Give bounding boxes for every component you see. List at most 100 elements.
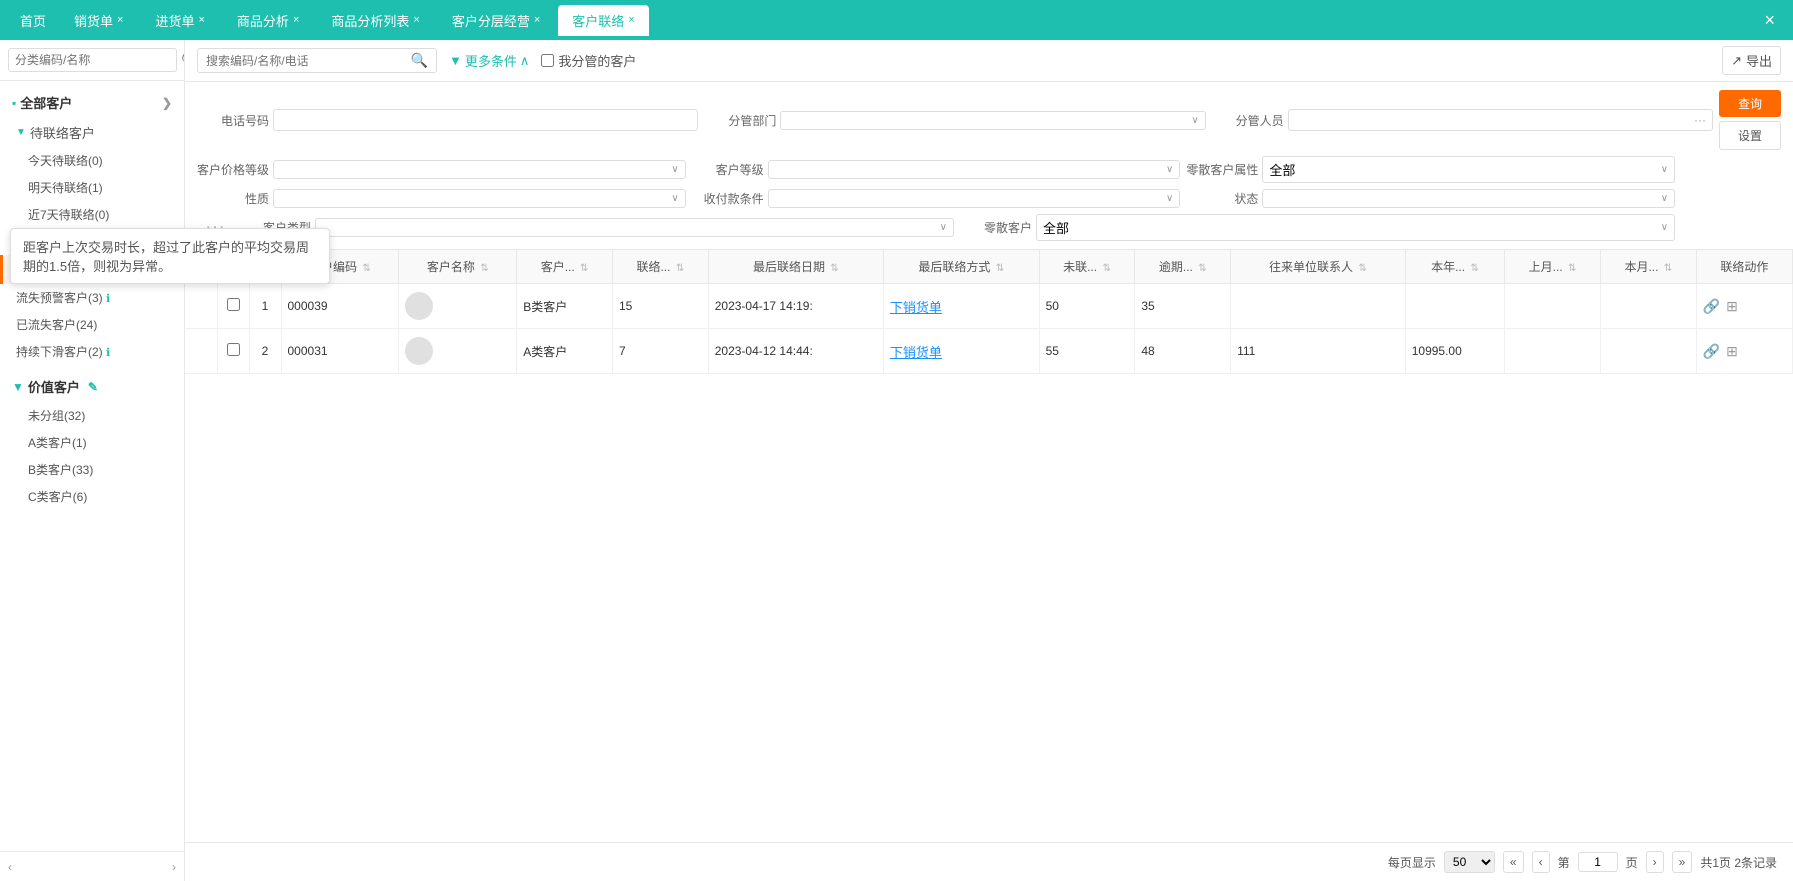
nav-home[interactable]: 首页 [10,5,56,36]
sidebar-item-7days[interactable]: 近7天待联络(0) [0,201,184,228]
sidebar-bottom-right-arrow[interactable]: › [172,860,176,874]
sidebar-search-input[interactable] [8,48,177,72]
filter-row-2: 客户价格等级 ∨ 客户等级 ∨ 零散客户属性 全部 [197,156,1781,183]
row-code-0: 000039 [281,284,399,329]
col-company-contact[interactable]: 往来单位联系人 ⇅ [1231,250,1406,284]
filter-select-status[interactable]: ∨ [1262,189,1675,208]
first-page-button[interactable]: « [1503,851,1524,873]
filter-label-retail-attr: 零散客户属性 [1186,161,1258,178]
row-this-year-0 [1405,284,1504,329]
filter-select-retail-customer[interactable]: 全部 ∨ [1036,214,1675,241]
sidebar-all-customers[interactable]: ▪ 全部客户 ❯ [0,87,184,118]
export-button[interactable]: ↗ 导出 [1722,46,1781,75]
customer-tier-dropdown-arrow: ∨ [1166,164,1173,175]
sidebar-group-pending-header[interactable]: ▼ 待联络客户 [0,118,184,147]
page-input[interactable] [1578,852,1618,872]
col-type[interactable]: 客户... ⇅ [517,250,613,284]
sidebar-value-customers[interactable]: ▼ 价值客户 ✎ [0,371,184,402]
col-this-year[interactable]: 本年... ⇅ [1405,250,1504,284]
action-link-icon-0[interactable]: 🔗 [1703,298,1720,315]
filter-label-price-tier: 客户价格等级 [197,161,269,178]
action-grid-icon-1[interactable]: ⊞ [1726,343,1738,360]
nav-tab-sales[interactable]: 销货单 × [60,5,137,36]
filter-input-phone[interactable] [273,109,698,131]
action-grid-icon-0[interactable]: ⊞ [1726,298,1738,315]
row-check-1[interactable] [227,343,240,356]
row-last-method-link-0[interactable]: 下销货单 [890,300,942,315]
per-page-select[interactable]: 50 100 200 [1444,851,1495,873]
sidebar-item-tomorrow[interactable]: 明天待联络(1) [0,174,184,201]
row-check-0[interactable] [227,298,240,311]
col-overdue[interactable]: 逾期... ⇅ [1135,250,1231,284]
settings-button[interactable]: 设置 [1719,121,1781,150]
col-last-method[interactable]: 最后联络方式 ⇅ [883,250,1039,284]
advanced-filter: 电话号码 分管部门 ∨ 分管人员 ··· [185,82,1793,250]
row-this-year-1: 10995.00 [1405,329,1504,374]
nav-tab-analysis[interactable]: 商品分析 × [223,5,313,36]
row-last-method-1: 下销货单 [883,329,1039,374]
company-contact-sort-icon: ⇅ [1358,263,1366,274]
row-pending-1: 55 [1039,329,1135,374]
filter-select-dept[interactable]: ∨ [780,111,1205,130]
col-contact[interactable]: 联络... ⇅ [612,250,708,284]
row-last-date-0: 2023-04-17 14:19: [708,284,883,329]
filter-select-price-tier[interactable]: ∨ [273,160,686,179]
filter-select-nature[interactable]: ∨ [273,189,686,208]
row-name-0 [399,284,517,329]
last-page-button[interactable]: » [1672,851,1693,873]
nav-tab-close-sales[interactable]: × [117,14,123,26]
close-all-button[interactable]: × [1756,6,1783,35]
action-link-icon-1[interactable]: 🔗 [1703,343,1720,360]
filter-select-customer-tier[interactable]: ∨ [768,160,1181,179]
sidebar-item-b-class[interactable]: B类客户(33) [0,456,184,483]
search-input[interactable] [206,54,407,68]
table-header-row: ⚙ 客户编码 ⇅ 客户名称 ⇅ 客户... ⇅ 联络... ⇅ 最后联络日期 ⇅… [185,250,1793,284]
value-customer-edit-icon[interactable]: ✎ [88,380,98,394]
sidebar-collapse-icon[interactable]: ❯ [162,96,172,110]
sidebar-item-today[interactable]: 今天待联络(0) [0,147,184,174]
more-conditions-button[interactable]: ▼ 更多条件 ∧ [449,51,529,70]
sidebar-item-ungroup[interactable]: 未分组(32) [0,402,184,429]
row-action-0: 🔗 ⊞ [1696,284,1792,329]
sidebar-item-c-class[interactable]: C类客户(6) [0,483,184,510]
nav-tab-close-customer-tier[interactable]: × [534,14,540,26]
next-page-button[interactable]: › [1646,851,1664,873]
my-customers-checkbox[interactable]: 我分管的客户 [541,51,636,70]
filter-select-customer-type[interactable]: ∨ [315,218,954,237]
nav-tab-customer-contact[interactable]: 客户联络 × [558,5,648,36]
sidebar-item-declining[interactable]: 持续下滑客户(2) ℹ [0,338,184,365]
nav-tab-purchase[interactable]: 进货单 × [141,5,218,36]
sidebar-item-churn-warning[interactable]: 流失预警客户(3) ℹ [0,284,184,311]
col-name[interactable]: 客户名称 ⇅ [399,250,517,284]
sidebar-item-churned[interactable]: 已流失客户(24) [0,311,184,338]
nav-tab-close-customer-contact[interactable]: × [628,14,634,26]
nav-tab-close-analysis-list[interactable]: × [413,14,419,26]
filter-select-person[interactable]: ··· [1288,109,1713,131]
sidebar-bottom-left-arrow[interactable]: ‹ [8,860,12,874]
row-name-1 [399,329,517,374]
col-pending[interactable]: 未联... ⇅ [1039,250,1135,284]
filter-select-retail-attr[interactable]: 全部 ∨ [1262,156,1675,183]
search-icon-button[interactable]: 🔍 [411,52,428,69]
table-row: 2 000031 A类客户 7 2023-04-12 14:44: 下销货单 5… [185,329,1793,374]
name-sort-icon: ⇅ [480,263,488,274]
filter-select-payment[interactable]: ∨ [768,189,1181,208]
nav-tab-close-analysis[interactable]: × [293,14,299,26]
nav-tab-customer-tier[interactable]: 客户分层经营 × [438,5,554,36]
overdue-sort-icon: ⇅ [1198,263,1206,274]
row-last-method-link-1[interactable]: 下销货单 [890,345,942,360]
pagination-bar: 每页显示 50 100 200 « ‹ 第 页 › » 共1页 2条记录 [185,842,1793,881]
col-last-date[interactable]: 最后联络日期 ⇅ [708,250,883,284]
col-last-month[interactable]: 上月... ⇅ [1505,250,1601,284]
contact-sort-icon: ⇅ [676,263,684,274]
content-area: 🔍 ▼ 更多条件 ∧ 我分管的客户 ↗ 导出 电话号码 [185,40,1793,881]
sidebar-item-a-class[interactable]: A类客户(1) [0,429,184,456]
col-this-month[interactable]: 本月... ⇅ [1600,250,1696,284]
prev-page-button[interactable]: ‹ [1532,851,1550,873]
row-settings-1 [185,329,217,374]
nav-tab-analysis-list[interactable]: 商品分析列表 × [317,5,433,36]
row-code-1: 000031 [281,329,399,374]
nav-tab-close-purchase[interactable]: × [198,14,204,26]
query-button[interactable]: 查询 [1719,90,1781,117]
my-customers-check-input[interactable] [541,54,554,67]
